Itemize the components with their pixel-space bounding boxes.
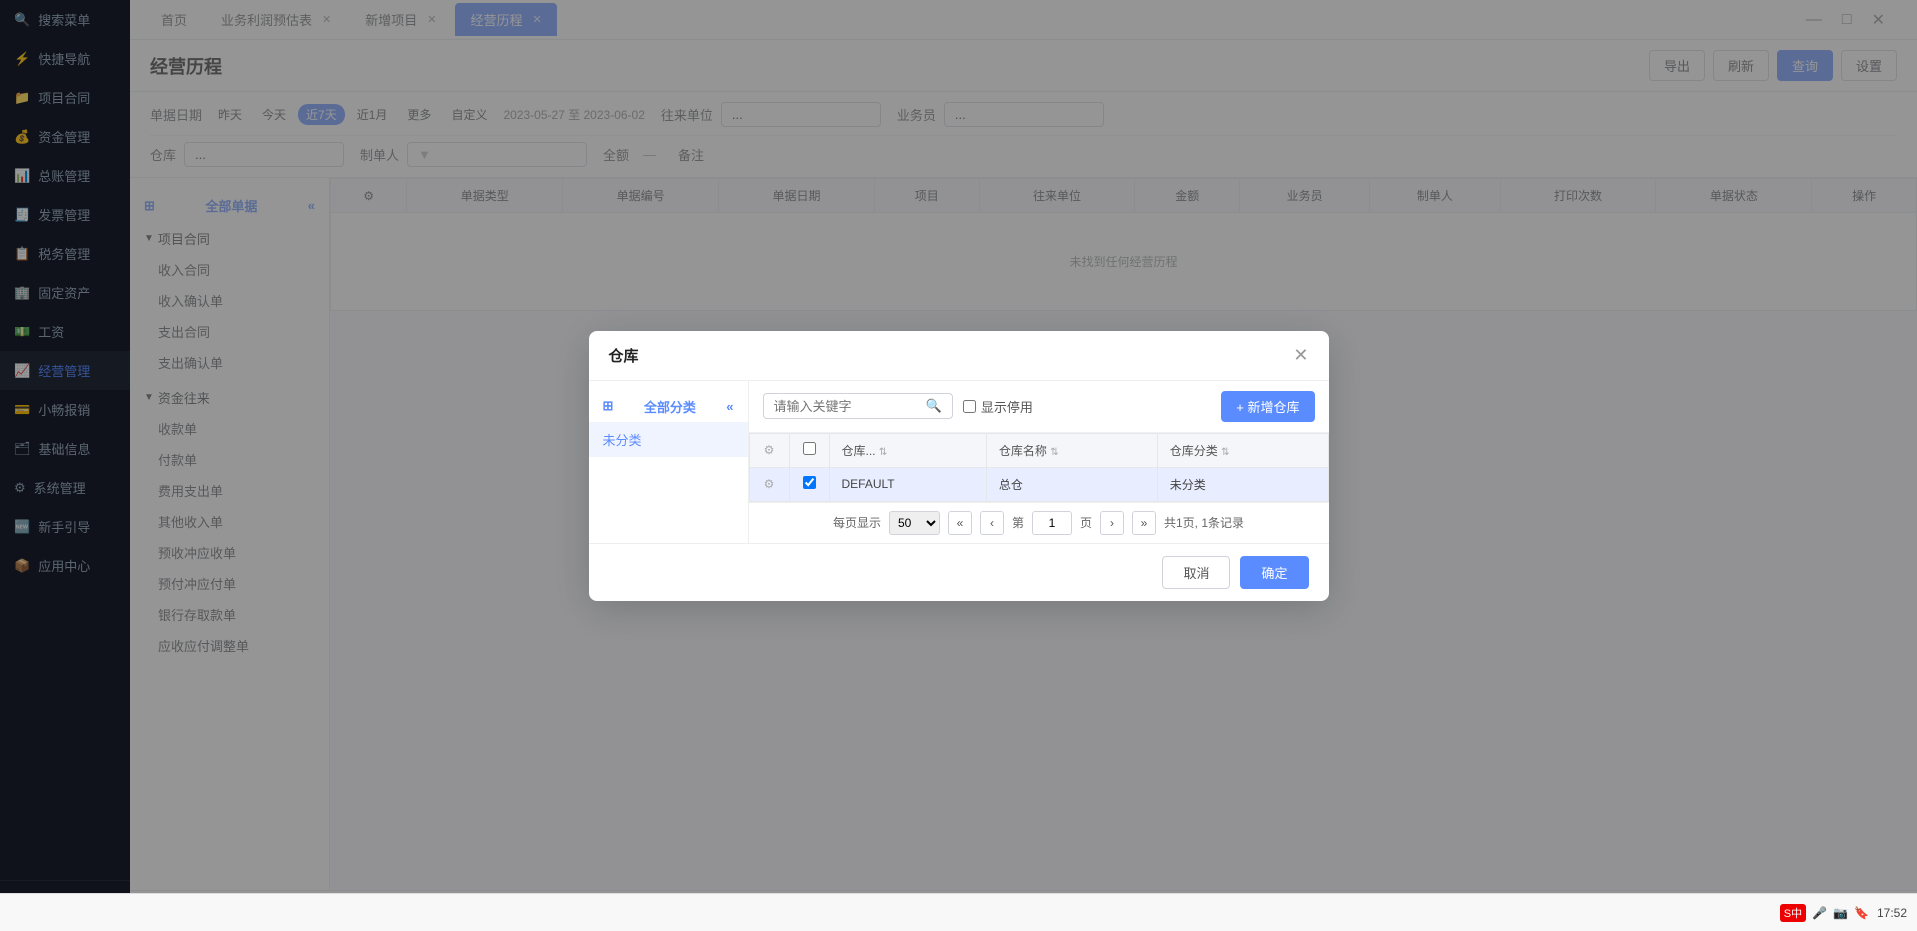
modal-footer: 取消 确定 <box>589 543 1329 601</box>
name-sort-icon: ⇅ <box>1050 447 1058 458</box>
warehouse-modal: 仓库 ✕ ⊞ 全部分类 « 未分类 <box>589 331 1329 601</box>
modal-page-input[interactable] <box>1032 511 1072 535</box>
modal-left-panel: ⊞ 全部分类 « 未分类 <box>589 381 749 543</box>
taskbar: S中 🎤 📷 🔖 17:52 <box>0 893 1917 931</box>
modal-pagination: 每页显示 50 20 100 « ‹ 第 页 › » 共1页, 1条记录 <box>749 502 1329 543</box>
modal-page-first[interactable]: « <box>948 511 972 535</box>
modal-page-next[interactable]: › <box>1100 511 1124 535</box>
all-category-label: 全部分类 <box>644 397 696 416</box>
modal-overlay: 仓库 ✕ ⊞ 全部分类 « 未分类 <box>0 0 1917 931</box>
warehouse-table: ⚙ 仓库... ⇅ 仓库名称 ⇅ <box>749 433 1329 502</box>
confirm-button[interactable]: 确定 <box>1240 556 1308 589</box>
modal-page-label: 第 <box>1012 514 1024 531</box>
modal-left-item-unclassified[interactable]: 未分类 <box>589 422 748 457</box>
table-row[interactable]: ⚙ DEFAULT 总仓 未分类 <box>749 467 1328 501</box>
taskbar-icon-camera: 📷 <box>1833 906 1848 920</box>
add-warehouse-btn[interactable]: + 新增仓库 <box>1221 391 1314 422</box>
search-icon: 🔍 <box>926 398 942 414</box>
modal-right-panel: 🔍 显示停用 + 新增仓库 ⚙ <box>749 381 1329 543</box>
modal-title: 仓库 <box>609 345 639 366</box>
modal-page-prev[interactable]: ‹ <box>980 511 1004 535</box>
th-gear: ⚙ <box>749 433 789 467</box>
row-gear: ⚙ <box>749 467 789 501</box>
category-sort-icon: ⇅ <box>1221 447 1229 458</box>
modal-page-last[interactable]: » <box>1132 511 1156 535</box>
row-gear-icon: ⚙ <box>764 477 775 491</box>
search-wrapper: 🔍 <box>763 393 953 419</box>
code-sort-icon: ⇅ <box>879 447 887 458</box>
modal-left-header[interactable]: ⊞ 全部分类 « <box>589 391 748 422</box>
th-checkbox <box>789 433 829 467</box>
cancel-button[interactable]: 取消 <box>1162 556 1230 589</box>
left-panel-collapse[interactable]: « <box>726 399 733 414</box>
th-code: 仓库... ⇅ <box>829 433 986 467</box>
taskbar-icon-s: S中 <box>1780 904 1806 922</box>
modal-body: ⊞ 全部分类 « 未分类 🔍 显示停用 <box>589 381 1329 543</box>
row-checkbox[interactable] <box>789 467 829 501</box>
modal-header: 仓库 ✕ <box>589 331 1329 381</box>
th-name: 仓库名称 ⇅ <box>986 433 1157 467</box>
table-gear-icon: ⚙ <box>764 443 775 457</box>
modal-total-info: 共1页, 1条记录 <box>1164 514 1244 531</box>
select-all-checkbox[interactable] <box>803 442 816 455</box>
row-category: 未分类 <box>1157 467 1328 501</box>
taskbar-icon-mic: 🎤 <box>1812 906 1827 920</box>
show-disabled-checkbox[interactable] <box>963 400 976 413</box>
all-category-icon: ⊞ <box>603 398 614 414</box>
row-select-checkbox[interactable] <box>803 476 816 489</box>
modal-per-page-select[interactable]: 50 20 100 <box>889 511 940 535</box>
row-code: DEFAULT <box>829 467 986 501</box>
row-name: 总仓 <box>986 467 1157 501</box>
modal-toolbar: 🔍 显示停用 + 新增仓库 <box>749 381 1329 433</box>
taskbar-icons: S中 🎤 📷 🔖 <box>1780 904 1869 922</box>
warehouse-search-input[interactable] <box>774 399 920 414</box>
modal-page-unit: 页 <box>1080 514 1092 531</box>
modal-per-page-label: 每页显示 <box>833 514 881 531</box>
taskbar-time: 17:52 <box>1877 906 1907 920</box>
modal-close-btn[interactable]: ✕ <box>1293 345 1308 366</box>
show-disabled-label[interactable]: 显示停用 <box>963 397 1033 416</box>
modal-table: ⚙ 仓库... ⇅ 仓库名称 ⇅ <box>749 433 1329 502</box>
th-category: 仓库分类 ⇅ <box>1157 433 1328 467</box>
taskbar-icon-bookmark: 🔖 <box>1854 906 1869 920</box>
